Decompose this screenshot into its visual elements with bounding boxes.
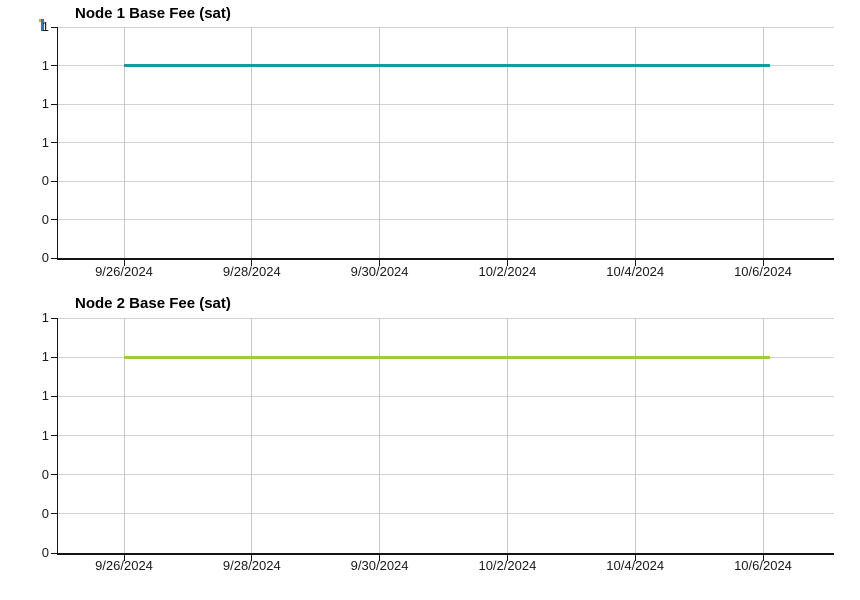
x-tick-label: 9/30/2024 (335, 558, 425, 574)
y-gridline (58, 513, 834, 514)
x-gridline (635, 318, 636, 553)
chart-title: Node 2 Base Fee (sat) (75, 294, 231, 314)
series-line (124, 356, 770, 359)
y-axis-tick (51, 318, 57, 319)
x-axis-line (57, 553, 835, 555)
y-axis-tick (51, 553, 57, 554)
y-axis-tick (51, 396, 57, 397)
y-tick-label: 1 (15, 310, 49, 326)
y-gridline (58, 474, 834, 475)
y-tick-label: 0 (15, 545, 49, 561)
x-tick-label: 10/2/2024 (462, 558, 552, 574)
y-gridline (58, 435, 834, 436)
chart-node-2-base-fee: Node 2 Base Fee (sat) 1 1 1 1 0 0 0 9/26/2024 9/… (0, 0, 860, 600)
y-tick-label: 1 (15, 349, 49, 365)
x-gridline (507, 318, 508, 553)
y-tick-label: 0 (15, 467, 49, 483)
x-gridline (251, 318, 252, 553)
y-tick-label: 1 (15, 388, 49, 404)
x-tick-label: 10/6/2024 (718, 558, 808, 574)
x-gridline (763, 318, 764, 553)
y-tick-label: 1 (15, 428, 49, 444)
y-gridline (58, 396, 834, 397)
y-tick-label: 0 (15, 506, 49, 522)
y-axis-tick (51, 435, 57, 436)
y-gridline (58, 318, 834, 319)
y-axis-tick (51, 513, 57, 514)
y-axis-tick (51, 474, 57, 475)
y-axis-tick (51, 357, 57, 358)
x-tick-label: 10/4/2024 (590, 558, 680, 574)
x-gridline (124, 318, 125, 553)
x-tick-label: 9/28/2024 (207, 558, 297, 574)
x-tick-label: 9/26/2024 (79, 558, 169, 574)
x-gridline (379, 318, 380, 553)
charts-canvas: Node 1 Base Fee (sat) 11110009/26/20249/… (0, 0, 860, 600)
y-axis-line (57, 318, 59, 555)
